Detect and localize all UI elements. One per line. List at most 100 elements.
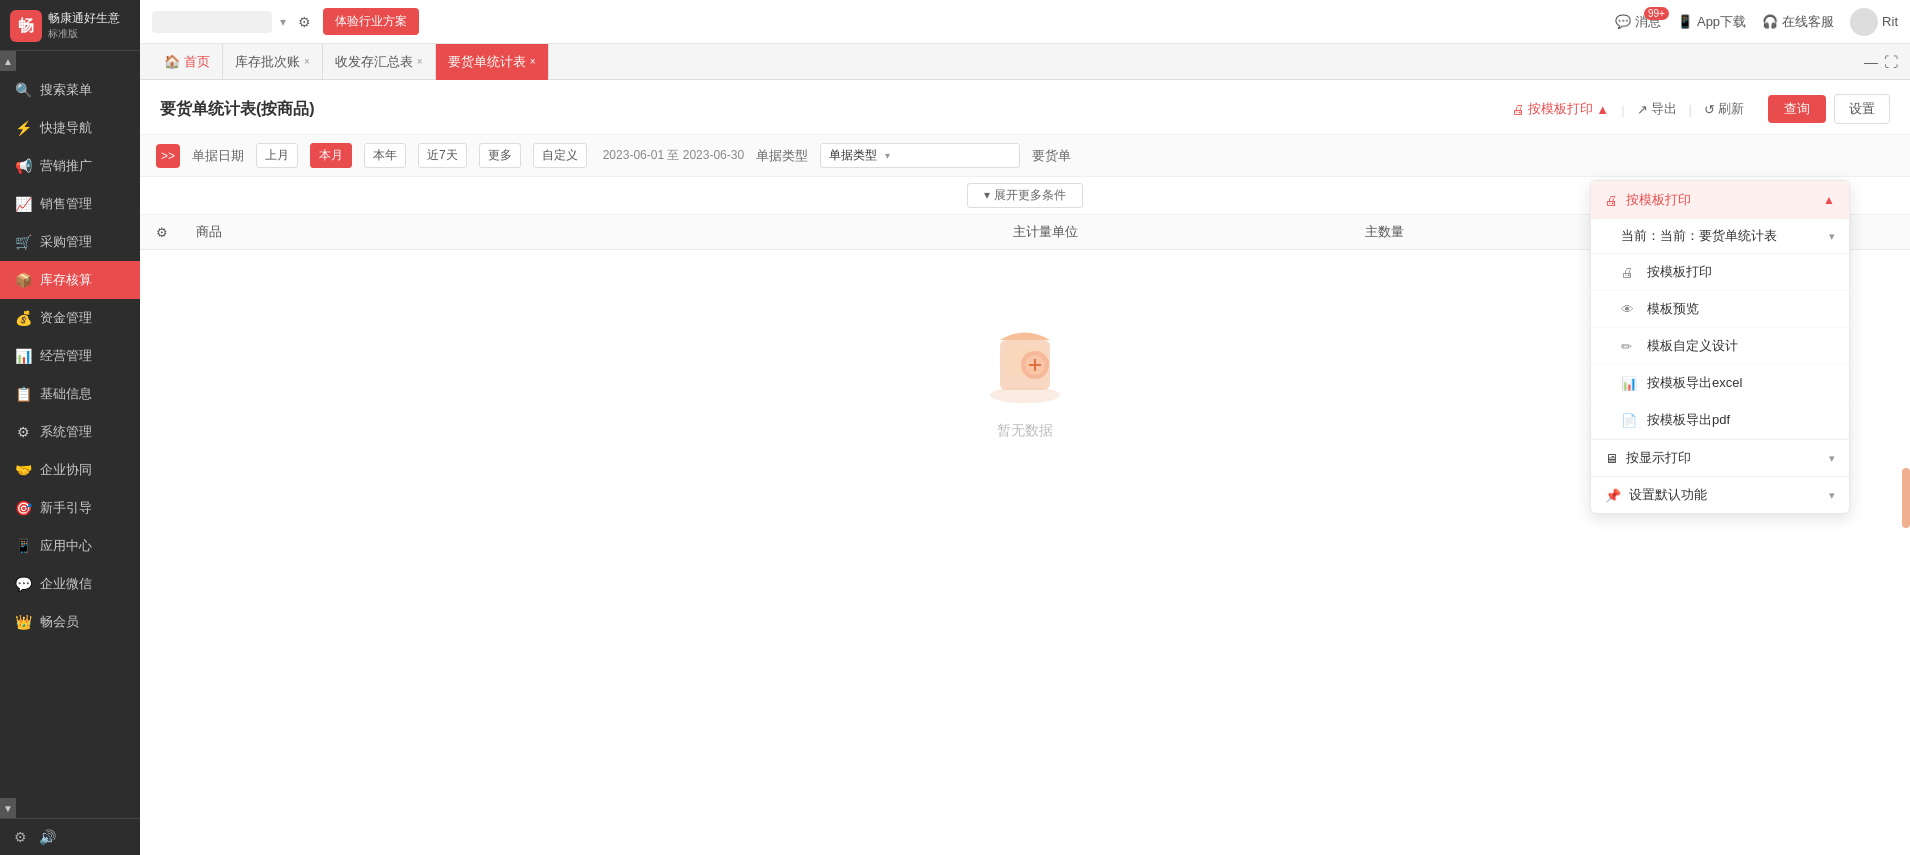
sidebar-item-label-new-guide: 新手引导 bbox=[40, 499, 92, 517]
promo-button[interactable]: 体验行业方案 bbox=[323, 8, 419, 35]
app-download-button[interactable]: 📱 App下载 bbox=[1677, 13, 1746, 31]
app-center-icon: 📱 bbox=[14, 537, 32, 555]
enterprise-wechat-icon: 💬 bbox=[14, 575, 32, 593]
sidebar-item-quick-nav[interactable]: ⚡ 快捷导航 bbox=[0, 109, 140, 147]
this-year-button[interactable]: 本年 bbox=[364, 143, 406, 168]
dropdown-section-default-setting-left: 📌 设置默认功能 bbox=[1605, 486, 1707, 504]
dropdown-current-arrow-icon: ▾ bbox=[1829, 230, 1835, 243]
headphone-icon: 🎧 bbox=[1762, 14, 1778, 29]
sidebar-item-basic-info[interactable]: 📋 基础信息 bbox=[0, 375, 140, 413]
custom-date-button[interactable]: 自定义 bbox=[533, 143, 587, 168]
sidebar-item-sales[interactable]: 📈 销售管理 bbox=[0, 185, 140, 223]
filter-expand-icon[interactable]: >> bbox=[156, 144, 180, 168]
last-7days-button[interactable]: 近7天 bbox=[418, 143, 467, 168]
sidebar-item-operations[interactable]: 📊 经营管理 bbox=[0, 337, 140, 375]
sidebar-item-label-purchase: 采购管理 bbox=[40, 233, 92, 251]
sidebar-item-vip[interactable]: 👑 畅会员 bbox=[0, 603, 140, 641]
export-label: 导出 bbox=[1651, 100, 1677, 118]
tabs-bar: 🏠 首页 库存批次账 × 收发存汇总表 × 要货单统计表 × — ⛶ bbox=[140, 44, 1910, 80]
sidebar-item-label-enterprise-wechat: 企业微信 bbox=[40, 575, 92, 593]
tab-receipt-summary[interactable]: 收发存汇总表 × bbox=[323, 44, 436, 80]
display-print-icon: 🖥 bbox=[1605, 451, 1618, 466]
sidebar-item-marketing[interactable]: 📢 营销推广 bbox=[0, 147, 140, 185]
export-button[interactable]: ↗ 导出 bbox=[1631, 96, 1683, 122]
sidebar-item-purchase[interactable]: 🛒 采购管理 bbox=[0, 223, 140, 261]
table-col-qty: 主数量 bbox=[1215, 223, 1555, 241]
dropdown-item-template-custom[interactable]: ✏ 模板自定义设计 bbox=[1591, 328, 1849, 365]
dropdown-item-template-print[interactable]: 🖨 按模板打印 bbox=[1591, 254, 1849, 291]
sales-icon: 📈 bbox=[14, 195, 32, 213]
dropdown-item-template-export-pdf[interactable]: 📄 按模板导出pdf bbox=[1591, 402, 1849, 439]
sidebar-scroll-down[interactable]: ▼ bbox=[0, 798, 16, 818]
sidebar: 畅 畅康通好生意 标准版 ▲ 🔍 搜索菜单 ⚡ 快捷导航 📢 营销推广 📈 销售… bbox=[0, 0, 140, 855]
topbar-right: 💬 消息 99+ 📱 App下载 🎧 在线客服 Rit bbox=[1615, 8, 1898, 36]
tab-expand-controls: — ⛶ bbox=[1864, 54, 1898, 70]
dropdown-section-default-setting[interactable]: 📌 设置默认功能 ▾ bbox=[1591, 476, 1849, 513]
template-print-icon: 🖨 bbox=[1621, 265, 1639, 280]
sidebar-item-label-app-center: 应用中心 bbox=[40, 537, 92, 555]
table-col-product: 商品 bbox=[196, 223, 875, 241]
order-type-value: 单据类型 bbox=[829, 147, 877, 164]
sidebar-item-inventory[interactable]: 📦 库存核算 bbox=[0, 261, 140, 299]
sidebar-item-enterprise-wechat[interactable]: 💬 企业微信 bbox=[0, 565, 140, 603]
tab-maximize-button[interactable]: ⛶ bbox=[1884, 54, 1898, 70]
more-date-button[interactable]: 更多 bbox=[479, 143, 521, 168]
table-col-settings[interactable]: ⚙ bbox=[156, 225, 196, 240]
user-avatar[interactable]: Rit bbox=[1850, 8, 1898, 36]
page-title: 要货单统计表(按商品) bbox=[160, 99, 315, 120]
tab-inventory-batch[interactable]: 库存批次账 × bbox=[223, 44, 323, 80]
settings-footer-icon[interactable]: ⚙ bbox=[14, 829, 27, 845]
app-download-label: App下载 bbox=[1697, 13, 1746, 31]
settings-button[interactable]: 设置 bbox=[1834, 94, 1890, 124]
message-icon: 💬 bbox=[1615, 14, 1631, 29]
tab-receipt-summary-close[interactable]: × bbox=[417, 56, 423, 67]
vip-icon: 👑 bbox=[14, 613, 32, 631]
operations-icon: 📊 bbox=[14, 347, 32, 365]
right-scrollbar[interactable] bbox=[1902, 468, 1910, 528]
dropdown-item-template-export-excel-label: 按模板导出excel bbox=[1647, 374, 1742, 392]
tab-minimize-button[interactable]: — bbox=[1864, 54, 1878, 70]
sidebar-item-app-center[interactable]: 📱 应用中心 bbox=[0, 527, 140, 565]
app-name-block: 畅康通好生意 标准版 bbox=[48, 11, 120, 41]
refresh-button[interactable]: ↺ 刷新 bbox=[1698, 96, 1750, 122]
refresh-icon: ↺ bbox=[1704, 102, 1715, 117]
finance-icon: 💰 bbox=[14, 309, 32, 327]
current-prefix: 当前： bbox=[1621, 228, 1660, 243]
sidebar-item-label-sales: 销售管理 bbox=[40, 195, 92, 213]
sidebar-item-cooperation[interactable]: 🤝 企业协同 bbox=[0, 451, 140, 489]
filter-bar: >> 单据日期 上月 本月 本年 近7天 更多 自定义 2023-06-01 至… bbox=[140, 135, 1910, 177]
expand-more-button[interactable]: ▾ 展开更多条件 bbox=[967, 183, 1082, 208]
tab-order-stats[interactable]: 要货单统计表 × bbox=[436, 44, 549, 80]
tab-order-stats-close[interactable]: × bbox=[530, 56, 536, 67]
sidebar-scroll-up[interactable]: ▲ bbox=[0, 51, 16, 71]
sidebar-item-system[interactable]: ⚙ 系统管理 bbox=[0, 413, 140, 451]
order-type-arrow-icon: ▾ bbox=[885, 150, 890, 161]
sidebar-item-finance[interactable]: 💰 资金管理 bbox=[0, 299, 140, 337]
online-service-button[interactable]: 🎧 在线客服 bbox=[1762, 13, 1834, 31]
messages-badge: 99+ bbox=[1644, 7, 1669, 20]
prev-month-button[interactable]: 上月 bbox=[256, 143, 298, 168]
dropdown-header-left: 🖨 按模板打印 bbox=[1605, 191, 1691, 209]
export-icon: ↗ bbox=[1637, 102, 1648, 117]
dropdown-current-template[interactable]: 当前：当前：要货单统计表 ▾ bbox=[1591, 219, 1849, 254]
dropdown-section-display-print[interactable]: 🖥 按显示打印 ▾ bbox=[1591, 439, 1849, 476]
home-icon: 🏠 bbox=[164, 54, 180, 69]
this-month-button[interactable]: 本月 bbox=[310, 143, 352, 168]
sidebar-item-new-guide[interactable]: 🎯 新手引导 bbox=[0, 489, 140, 527]
dropdown-header[interactable]: 🖨 按模板打印 ▲ bbox=[1591, 181, 1849, 219]
order-type-select[interactable]: 单据类型 ▾ bbox=[820, 143, 1020, 168]
dropdown-item-template-preview[interactable]: 👁 模板预览 bbox=[1591, 291, 1849, 328]
topbar-gear-icon[interactable]: ⚙ bbox=[298, 14, 311, 30]
tab-inventory-batch-close[interactable]: × bbox=[304, 56, 310, 67]
query-button[interactable]: 查询 bbox=[1768, 95, 1826, 123]
tab-home[interactable]: 🏠 首页 bbox=[152, 44, 223, 80]
sidebar-item-search[interactable]: 🔍 搜索菜单 bbox=[0, 71, 140, 109]
topbar-chevron-icon[interactable]: ▾ bbox=[280, 15, 286, 29]
topbar-search-input[interactable] bbox=[152, 11, 272, 33]
dropdown-item-template-export-excel[interactable]: 📊 按模板导出excel bbox=[1591, 365, 1849, 402]
messages-button[interactable]: 💬 消息 99+ bbox=[1615, 13, 1661, 31]
print-template-button[interactable]: 🖨 按模板打印 ▲ bbox=[1506, 96, 1615, 122]
online-service-label: 在线客服 bbox=[1782, 13, 1834, 31]
sidebar-item-label-finance: 资金管理 bbox=[40, 309, 92, 327]
audio-footer-icon[interactable]: 🔊 bbox=[39, 829, 56, 845]
